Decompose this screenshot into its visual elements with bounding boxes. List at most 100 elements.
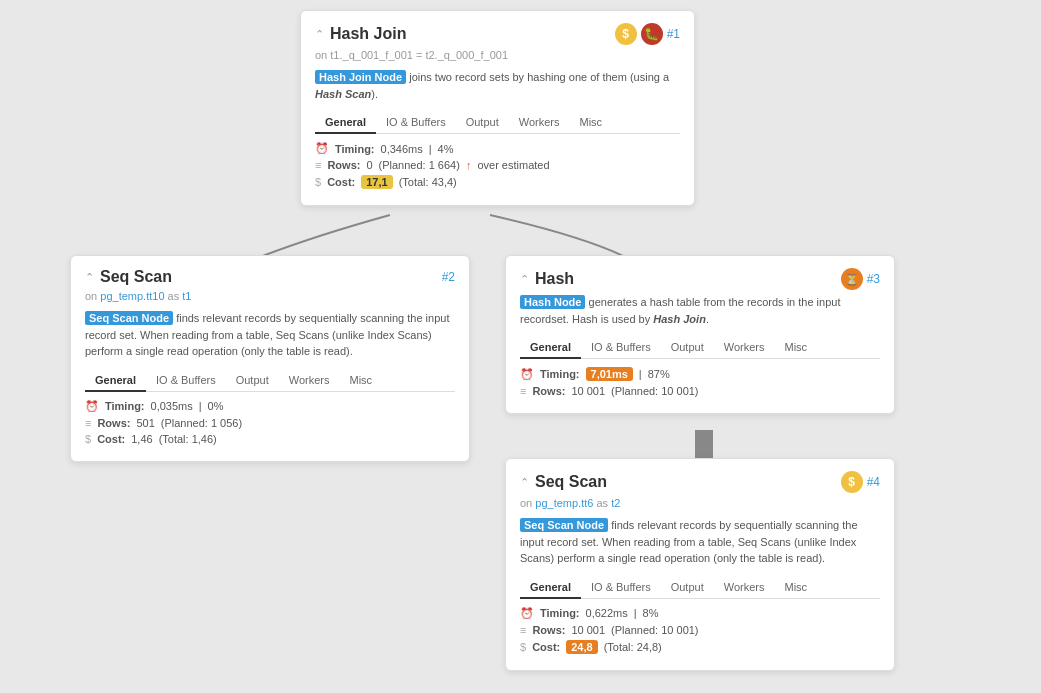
hash-join-rows-row: ≡ Rows: 0 (Planned: 1 664) ↑ over estima… [315, 159, 680, 171]
cost-icon-hj: $ [315, 176, 321, 188]
hash-join-italic: Hash Join [653, 313, 706, 325]
seq-scan-1-node-label: Seq Scan Node [85, 311, 173, 325]
tab-io-hj[interactable]: IO & Buffers [376, 112, 456, 134]
clock-badge: ⏳ [841, 268, 863, 290]
seq-scan-1-card: ⌃ Seq Scan #2 on pg_temp.tt10 as t1 Seq … [70, 255, 470, 462]
tab-output-hash[interactable]: Output [661, 337, 714, 359]
timing-value-ss1: 0,035ms [151, 400, 193, 412]
timing-pct-hj: 4% [438, 143, 454, 155]
collapse-icon-ss1[interactable]: ⌃ [85, 271, 94, 284]
rows-planned-hj: (Planned: 1 664) [379, 159, 460, 171]
seq-scan-1-subtitle: on pg_temp.tt10 as t1 [85, 290, 455, 302]
rows-planned-hash: (Planned: 10 001) [611, 385, 698, 397]
seq-scan-2-node-label: Seq Scan Node [520, 518, 608, 532]
timing-sep-ss2: | [634, 607, 637, 619]
collapse-icon[interactable]: ⌃ [315, 28, 324, 41]
hash-title: Hash [535, 270, 574, 288]
tab-io-ss1[interactable]: IO & Buffers [146, 370, 226, 392]
timing-sep-ss1: | [199, 400, 202, 412]
cost-total-hj: (Total: 43,4) [399, 176, 457, 188]
timing-label-ss1: Timing: [105, 400, 145, 412]
hash-join-desc-after: joins two record sets by hashing one of … [406, 71, 669, 83]
timing-label-hash: Timing: [540, 368, 580, 380]
tab-general-hash[interactable]: General [520, 337, 581, 359]
tab-workers-hj[interactable]: Workers [509, 112, 570, 134]
hash-node-label: Hash Node [520, 295, 585, 309]
rows-label-ss1: Rows: [97, 417, 130, 429]
ss1-table: pg_temp.tt10 [100, 290, 164, 302]
cost-value-ss2: 24,8 [566, 640, 597, 654]
timing-sep-hash: | [639, 368, 642, 380]
tab-output-ss2[interactable]: Output [661, 577, 714, 599]
hash-scan-term: Hash Scan [315, 88, 371, 100]
rows-label-ss2: Rows: [532, 624, 565, 636]
collapse-icon-hash[interactable]: ⌃ [520, 273, 529, 286]
timing-pct-ss1: 0% [208, 400, 224, 412]
hash-header: ⌃ Hash ⏳ #3 [520, 268, 880, 290]
ss2-as: as [593, 497, 611, 509]
rows-label-hj: Rows: [327, 159, 360, 171]
tab-workers-ss2[interactable]: Workers [714, 577, 775, 599]
timing-label-ss2: Timing: [540, 607, 580, 619]
hash-join-node-label: Hash Join Node [315, 70, 406, 84]
hash-title-left: ⌃ Hash [520, 270, 574, 288]
ss2-table: pg_temp.tt6 [535, 497, 593, 509]
seq-scan-2-card: ⌃ Seq Scan $ #4 on pg_temp.tt6 as t2 Seq… [505, 458, 895, 671]
timing-value-hj: 0,346ms [381, 143, 423, 155]
tab-io-ss2[interactable]: IO & Buffers [581, 577, 661, 599]
seq-scan-2-title-left: ⌃ Seq Scan [520, 473, 607, 491]
rows-planned-ss2: (Planned: 10 001) [611, 624, 698, 636]
seq-scan-2-cost-row: $ Cost: 24,8 (Total: 24,8) [520, 640, 880, 654]
subtitle-value: t1._q_001_f_001 = t2._q_000_f_001 [330, 49, 508, 61]
tab-general-ss1[interactable]: General [85, 370, 146, 392]
seq-scan-2-badges: $ #4 [841, 471, 880, 493]
timing-label-hj: Timing: [335, 143, 375, 155]
hash-card: ⌃ Hash ⏳ #3 Hash Node generates a hash t… [505, 255, 895, 414]
collapse-icon-ss2[interactable]: ⌃ [520, 476, 529, 489]
tab-misc-hj[interactable]: Misc [569, 112, 612, 134]
seq-scan-2-title: Seq Scan [535, 473, 607, 491]
seq-scan-1-title-left: ⌃ Seq Scan [85, 268, 172, 286]
seq-scan-1-cost-row: $ Cost: 1,46 (Total: 1,46) [85, 433, 455, 445]
rows-icon-ss1: ≡ [85, 417, 91, 429]
subtitle-prefix: on [315, 49, 330, 61]
hash-join-title-left: ⌃ Hash Join [315, 25, 406, 43]
tab-io-hash[interactable]: IO & Buffers [581, 337, 661, 359]
cost-label-hj: Cost: [327, 176, 355, 188]
tab-workers-ss1[interactable]: Workers [279, 370, 340, 392]
seq-scan-1-rows-row: ≡ Rows: 501 (Planned: 1 056) [85, 417, 455, 429]
hash-description: Hash Node generates a hash table from th… [520, 294, 880, 327]
hash-join-badges: $ 🐛 #1 [615, 23, 680, 45]
tab-general-hj[interactable]: General [315, 112, 376, 134]
rows-note-hj: over estimated [477, 159, 549, 171]
hash-number[interactable]: #3 [867, 272, 880, 286]
tab-workers-hash[interactable]: Workers [714, 337, 775, 359]
seq-scan-1-header: ⌃ Seq Scan #2 [85, 268, 455, 286]
rows-value-ss2: 10 001 [571, 624, 605, 636]
tab-output-hj[interactable]: Output [456, 112, 509, 134]
hash-join-number[interactable]: #1 [667, 27, 680, 41]
rows-icon-hj: ≡ [315, 159, 321, 171]
seq-scan-1-tabs: General IO & Buffers Output Workers Misc [85, 370, 455, 392]
ss1-as: as [165, 290, 183, 302]
seq-scan-2-rows-row: ≡ Rows: 10 001 (Planned: 10 001) [520, 624, 880, 636]
timing-icon-hash: ⏰ [520, 368, 534, 381]
tab-general-ss2[interactable]: General [520, 577, 581, 599]
rows-value-ss1: 501 [136, 417, 154, 429]
rows-value-hj: 0 [366, 159, 372, 171]
tab-output-ss1[interactable]: Output [226, 370, 279, 392]
timing-icon-hj: ⏰ [315, 142, 329, 155]
seq-scan-2-number[interactable]: #4 [867, 475, 880, 489]
rows-arrow-hj: ↑ [466, 159, 472, 171]
seq-scan-1-timing-row: ⏰ Timing: 0,035ms | 0% [85, 400, 455, 413]
ss2-prefix: on [520, 497, 535, 509]
seq-scan-1-number[interactable]: #2 [442, 270, 455, 284]
tab-misc-ss1[interactable]: Misc [339, 370, 382, 392]
hash-join-subtitle: on t1._q_001_f_001 = t2._q_000_f_001 [315, 49, 680, 61]
tab-misc-ss2[interactable]: Misc [774, 577, 817, 599]
tab-misc-hash[interactable]: Misc [774, 337, 817, 359]
timing-sep-hj: | [429, 143, 432, 155]
cost-label-ss2: Cost: [532, 641, 560, 653]
rows-planned-ss1: (Planned: 1 056) [161, 417, 242, 429]
hash-tabs: General IO & Buffers Output Workers Misc [520, 337, 880, 359]
